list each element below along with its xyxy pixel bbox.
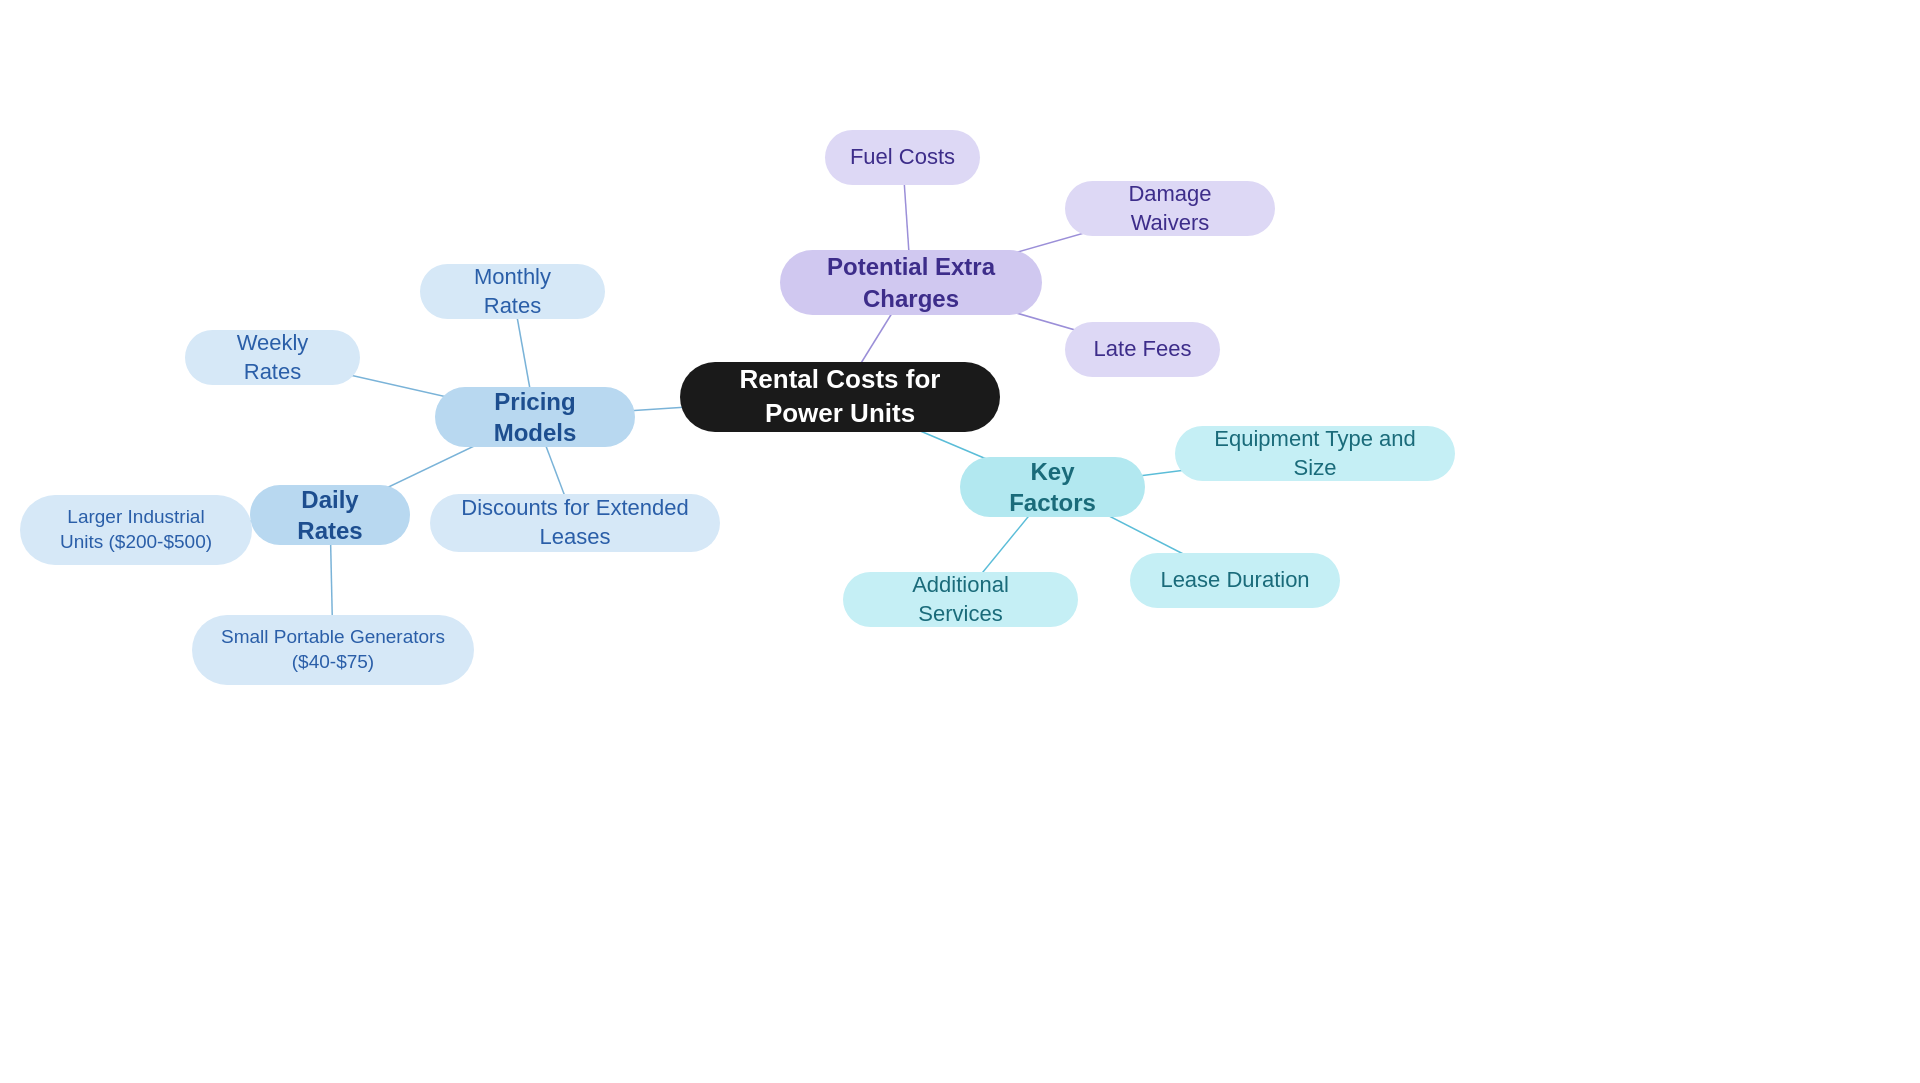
monthly-rates-node: Monthly Rates [420,264,605,319]
damage-waivers-node: Damage Waivers [1065,181,1275,236]
potential-extra-node: Potential Extra Charges [780,250,1042,315]
fuel-costs-node: Fuel Costs [825,130,980,185]
small-generators-node: Small Portable Generators ($40-$75) [192,615,474,685]
central-node: Rental Costs for Power Units [680,362,1000,432]
pricing-models-node: Pricing Models [435,387,635,447]
additional-services-node: Additional Services [843,572,1078,627]
lease-duration-node: Lease Duration [1130,553,1340,608]
daily-rates-node: Daily Rates [250,485,410,545]
larger-units-node: Larger Industrial Units ($200-$500) [20,495,252,565]
late-fees-node: Late Fees [1065,322,1220,377]
discounts-node: Discounts for Extended Leases [430,494,720,552]
weekly-rates-node: Weekly Rates [185,330,360,385]
key-factors-node: Key Factors [960,457,1145,517]
equipment-type-node: Equipment Type and Size [1175,426,1455,481]
